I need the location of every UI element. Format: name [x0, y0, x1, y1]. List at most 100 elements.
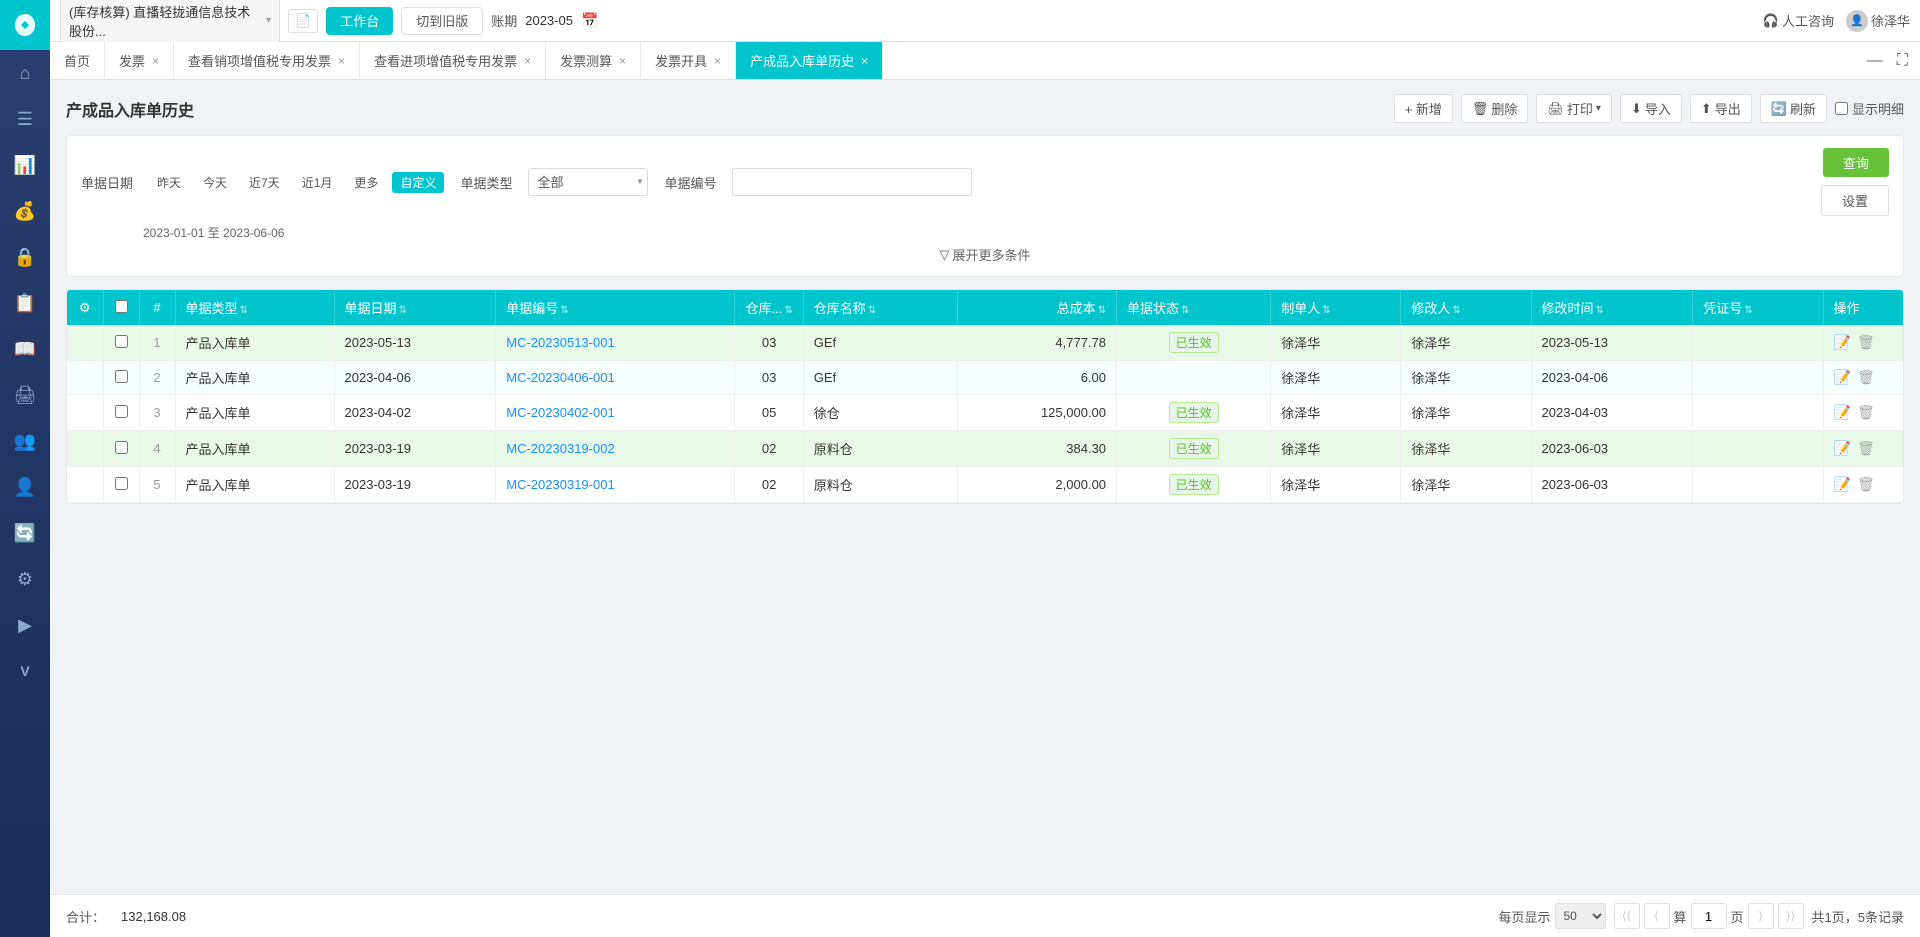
page-input[interactable] — [1691, 903, 1727, 929]
th-status[interactable]: 单据状态⇅ — [1117, 290, 1271, 325]
calendar-icon[interactable]: 📅 — [581, 12, 598, 29]
th-voucher[interactable]: 凭证号⇅ — [1693, 290, 1823, 325]
edit-icon-0[interactable]: 📝 — [1834, 334, 1851, 351]
number-input[interactable] — [732, 168, 972, 196]
prev-page-button[interactable]: ⟨ — [1644, 903, 1670, 929]
user-menu[interactable]: 👤 徐泽华 — [1846, 10, 1910, 32]
th-code[interactable]: 单据编号⇅ — [496, 290, 735, 325]
row-checkbox-1[interactable] — [115, 370, 128, 383]
tab-check-purchase-close[interactable]: × — [524, 54, 531, 68]
tab-open[interactable]: 发票开具 × — [641, 42, 736, 80]
th-check[interactable] — [103, 290, 139, 325]
delete-icon-0[interactable]: 🗑 — [1857, 334, 1875, 351]
tab-check-purchase[interactable]: 查看进项增值税专用发票 × — [360, 42, 546, 80]
select-all-checkbox[interactable] — [115, 300, 128, 313]
code-link-4[interactable]: MC-20230319-001 — [506, 477, 614, 492]
row-checkbox-4[interactable] — [115, 477, 128, 490]
date-opt-custom[interactable]: 自定义 — [392, 172, 444, 193]
tab-calc-close[interactable]: × — [619, 54, 626, 68]
th-modify-time[interactable]: 修改时间⇅ — [1531, 290, 1693, 325]
company-selector[interactable]: (库存核算) 直播轻拢通信息技术股份... ▾ — [60, 0, 280, 44]
sidebar-item-lock[interactable]: 🔒 — [0, 234, 50, 280]
sidebar-item-chart[interactable]: 📊 — [0, 142, 50, 188]
sidebar-item-refresh2[interactable]: 🔄 — [0, 510, 50, 556]
code-link-0[interactable]: MC-20230513-001 — [506, 335, 614, 350]
tab-invoice[interactable]: 发票 × — [105, 42, 174, 80]
tab-open-close[interactable]: × — [714, 54, 721, 68]
next-page-button[interactable]: ⟩ — [1748, 903, 1774, 929]
delete-icon-3[interactable]: 🗑 — [1857, 440, 1875, 457]
th-type[interactable]: 单据类型⇅ — [175, 290, 334, 325]
th-settings[interactable]: ⚙ — [67, 290, 103, 325]
sidebar-item-doc[interactable]: ☰ — [0, 96, 50, 142]
row-checkbox-0[interactable] — [115, 335, 128, 348]
first-page-button[interactable]: ⟨⟨ — [1614, 903, 1640, 929]
tab-invoice-close[interactable]: × — [152, 54, 159, 68]
type-select[interactable]: 全部 产品入库单 — [528, 168, 648, 196]
td-total-cost: 2,000.00 — [957, 467, 1116, 503]
th-warehouse-name[interactable]: 仓库名称⇅ — [803, 290, 957, 325]
td-warehouse-code: 05 — [735, 395, 803, 431]
delete-label: 删除 — [1491, 99, 1517, 118]
sidebar-item-version[interactable]: V — [0, 648, 50, 694]
th-date[interactable]: 单据日期⇅ — [334, 290, 496, 325]
refresh-button[interactable]: 🔄 刷新 — [1760, 94, 1827, 123]
delete-icon-2[interactable]: 🗑 — [1857, 404, 1875, 421]
tab-calc[interactable]: 发票测算 × — [546, 42, 641, 80]
td-modifier: 徐泽华 — [1401, 395, 1531, 431]
th-warehouse-code[interactable]: 仓库...⇅ — [735, 290, 803, 325]
query-button[interactable]: 查询 — [1823, 148, 1889, 177]
code-link-3[interactable]: MC-20230319-002 — [506, 441, 614, 456]
export-button[interactable]: ⬆ 导出 — [1690, 94, 1752, 123]
import-button[interactable]: ⬇ 导入 — [1620, 94, 1682, 123]
row-checkbox-3[interactable] — [115, 441, 128, 454]
edit-icon-4[interactable]: 📝 — [1834, 476, 1851, 493]
sidebar-item-stamp[interactable]: 🖨 — [0, 372, 50, 418]
th-creator[interactable]: 制单人⇅ — [1271, 290, 1401, 325]
code-link-2[interactable]: MC-20230402-001 — [506, 405, 614, 420]
delete-icon-1[interactable]: 🗑 — [1857, 369, 1875, 386]
print-button[interactable]: 🖨 打印 ▾ — [1536, 94, 1612, 123]
help-button[interactable]: 🎧 人工咨询 — [1763, 11, 1834, 30]
set-button[interactable]: 设置 — [1821, 185, 1889, 216]
th-total-cost[interactable]: 总成本⇅ — [957, 290, 1116, 325]
delete-button[interactable]: 🗑 删除 — [1461, 94, 1529, 123]
row-checkbox-2[interactable] — [115, 405, 128, 418]
sidebar-item-person[interactable]: 👤 — [0, 464, 50, 510]
workbench-button[interactable]: 工作台 — [326, 7, 393, 35]
sidebar-item-gear[interactable]: ⚙ — [0, 556, 50, 602]
edit-icon-3[interactable]: 📝 — [1834, 440, 1851, 457]
sidebar-item-tax[interactable]: 💰 — [0, 188, 50, 234]
date-opt-yesterday[interactable]: 昨天 — [149, 172, 189, 193]
edit-icon-1[interactable]: 📝 — [1834, 369, 1851, 386]
td-warehouse-code: 02 — [735, 467, 803, 503]
tab-home[interactable]: 首页 — [50, 42, 105, 80]
code-link-1[interactable]: MC-20230406-001 — [506, 370, 614, 385]
sidebar-item-book[interactable]: 📖 — [0, 326, 50, 372]
doc-icon-btn[interactable]: 📄 — [288, 9, 318, 33]
tab-maximize-button[interactable]: ⛶ — [1893, 52, 1912, 70]
sidebar-item-list[interactable]: 📋 — [0, 280, 50, 326]
play-icon: ▶ — [18, 615, 32, 636]
date-opt-today[interactable]: 今天 — [195, 172, 235, 193]
last-page-button[interactable]: ⟩⟩ — [1778, 903, 1804, 929]
date-opt-more[interactable]: 更多 — [346, 172, 386, 193]
tab-history-close[interactable]: × — [861, 54, 868, 68]
new-button[interactable]: + 新增 — [1394, 94, 1453, 123]
edit-icon-2[interactable]: 📝 — [1834, 404, 1851, 421]
tab-minimize-button[interactable]: — — [1863, 52, 1887, 70]
delete-icon-4[interactable]: 🗑 — [1857, 476, 1875, 493]
date-opt-1month[interactable]: 近1月 — [294, 172, 341, 193]
date-opt-7days[interactable]: 近7天 — [241, 172, 288, 193]
page-size-select[interactable]: 10 20 50 100 — [1555, 903, 1606, 929]
sidebar-item-manage[interactable]: 👥 — [0, 418, 50, 464]
th-modifier[interactable]: 修改人⇅ — [1401, 290, 1531, 325]
sidebar-item-home[interactable]: ⌂ — [0, 50, 50, 96]
expand-button[interactable]: ▽ 展开更多条件 — [81, 245, 1889, 264]
tab-check-sales[interactable]: 查看销项增值税专用发票 × — [174, 42, 360, 80]
tab-check-sales-close[interactable]: × — [338, 54, 345, 68]
switch-version-button[interactable]: 切到旧版 — [401, 7, 483, 35]
show-detail-checkbox[interactable] — [1835, 102, 1848, 115]
tab-history[interactable]: 产成品入库单历史 × — [736, 42, 883, 80]
sidebar-item-play[interactable]: ▶ — [0, 602, 50, 648]
